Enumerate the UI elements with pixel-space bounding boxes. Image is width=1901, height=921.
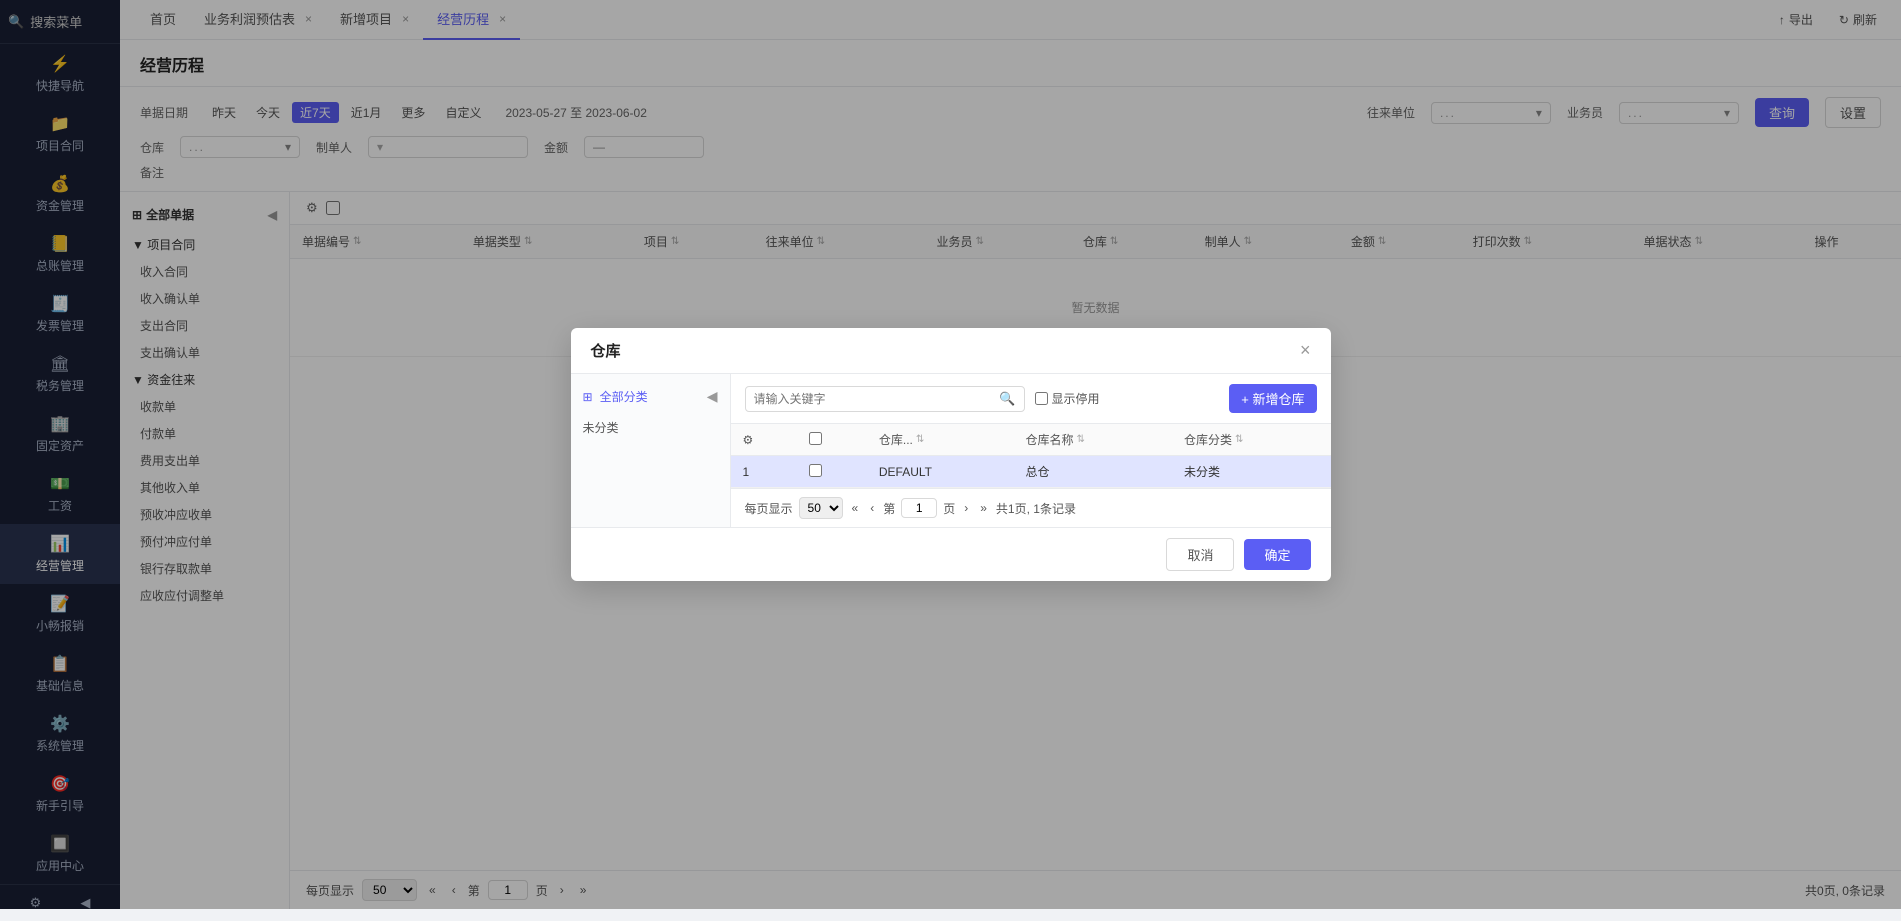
modal-left-header: ⊞ 全部分类 ◀ xyxy=(571,384,730,413)
modal-th-name: 仓库名称 ⇅ xyxy=(1013,424,1172,456)
modal-prev-page-button[interactable]: ‹ xyxy=(867,500,877,516)
modal-right-panel: 🔍 显示停用 + 新增仓库 ⚙ xyxy=(731,374,1331,527)
all-categories-label: 全部分类 xyxy=(600,388,648,405)
search-icon: 🔍 xyxy=(999,391,1015,407)
row-index: 1 xyxy=(731,456,797,488)
modal-page-of-label: 页 xyxy=(943,500,955,517)
modal-first-page-button[interactable]: « xyxy=(849,500,862,516)
modal-next-page-button[interactable]: › xyxy=(961,500,971,516)
modal-warehouse-table: ⚙ 仓库... ⇅ 仓库名称 xyxy=(731,424,1331,488)
modal-total-info: 共1页, 1条记录 xyxy=(996,500,1076,517)
add-warehouse-button[interactable]: + 新增仓库 xyxy=(1229,384,1316,413)
show-disabled-label: 显示停用 xyxy=(1052,390,1100,407)
modal-table-wrap: ⚙ 仓库... ⇅ 仓库名称 xyxy=(731,424,1331,488)
show-disabled-checkbox[interactable] xyxy=(1035,392,1048,405)
modal-page-input[interactable] xyxy=(901,498,937,518)
modal-body: ⊞ 全部分类 ◀ 未分类 🔍 xyxy=(571,374,1331,527)
category-label: 未分类 xyxy=(583,421,619,435)
modal-title: 仓库 xyxy=(591,340,621,361)
modal-th-settings: ⚙ xyxy=(731,424,797,456)
modal-left-panel: ⊞ 全部分类 ◀ 未分类 xyxy=(571,374,731,527)
modal-toolbar: 🔍 显示停用 + 新增仓库 xyxy=(731,374,1331,424)
modal-search-input[interactable] xyxy=(754,392,994,406)
modal-th-code: 仓库... ⇅ xyxy=(867,424,1014,456)
row-code: DEFAULT xyxy=(867,456,1014,488)
modal-category-uncategorized[interactable]: 未分类 xyxy=(571,413,730,442)
modal-th-checkbox xyxy=(797,424,867,456)
modal-overlay: 仓库 × ⊞ 全部分类 ◀ 未分类 xyxy=(0,0,1901,909)
modal-header: 仓库 × xyxy=(571,328,1331,374)
collapse-panel-button[interactable]: ◀ xyxy=(707,388,718,405)
modal-footer: 取消 确定 xyxy=(571,527,1331,581)
modal-page-size-label: 每页显示 xyxy=(745,500,793,517)
modal-table-row[interactable]: 1 DEFAULT 总仓 未分类 xyxy=(731,456,1331,488)
row-checkbox-cell[interactable] xyxy=(797,456,867,488)
row-category: 未分类 xyxy=(1172,456,1331,488)
row-checkbox[interactable] xyxy=(809,464,822,477)
warehouse-modal: 仓库 × ⊞ 全部分类 ◀ 未分类 xyxy=(571,328,1331,581)
grid-icon: ⊞ xyxy=(583,390,593,404)
modal-select-all[interactable] xyxy=(809,432,822,445)
modal-close-button[interactable]: × xyxy=(1300,340,1311,361)
cancel-button[interactable]: 取消 xyxy=(1166,538,1234,571)
modal-table-header: ⚙ 仓库... ⇅ 仓库名称 xyxy=(731,424,1331,456)
row-name: 总仓 xyxy=(1013,456,1172,488)
modal-last-page-button[interactable]: » xyxy=(977,500,990,516)
modal-page-size-select[interactable]: 501020 xyxy=(799,497,843,519)
modal-page-label: 第 xyxy=(883,500,895,517)
confirm-button[interactable]: 确定 xyxy=(1244,539,1310,570)
settings-icon: ⚙ xyxy=(743,433,754,447)
modal-pagination: 每页显示 501020 « ‹ 第 页 › » 共1页, 1条记录 xyxy=(731,488,1331,527)
modal-search-box[interactable]: 🔍 xyxy=(745,386,1025,412)
modal-th-category: 仓库分类 ⇅ xyxy=(1172,424,1331,456)
show-disabled-checkbox-label[interactable]: 显示停用 xyxy=(1035,390,1100,407)
